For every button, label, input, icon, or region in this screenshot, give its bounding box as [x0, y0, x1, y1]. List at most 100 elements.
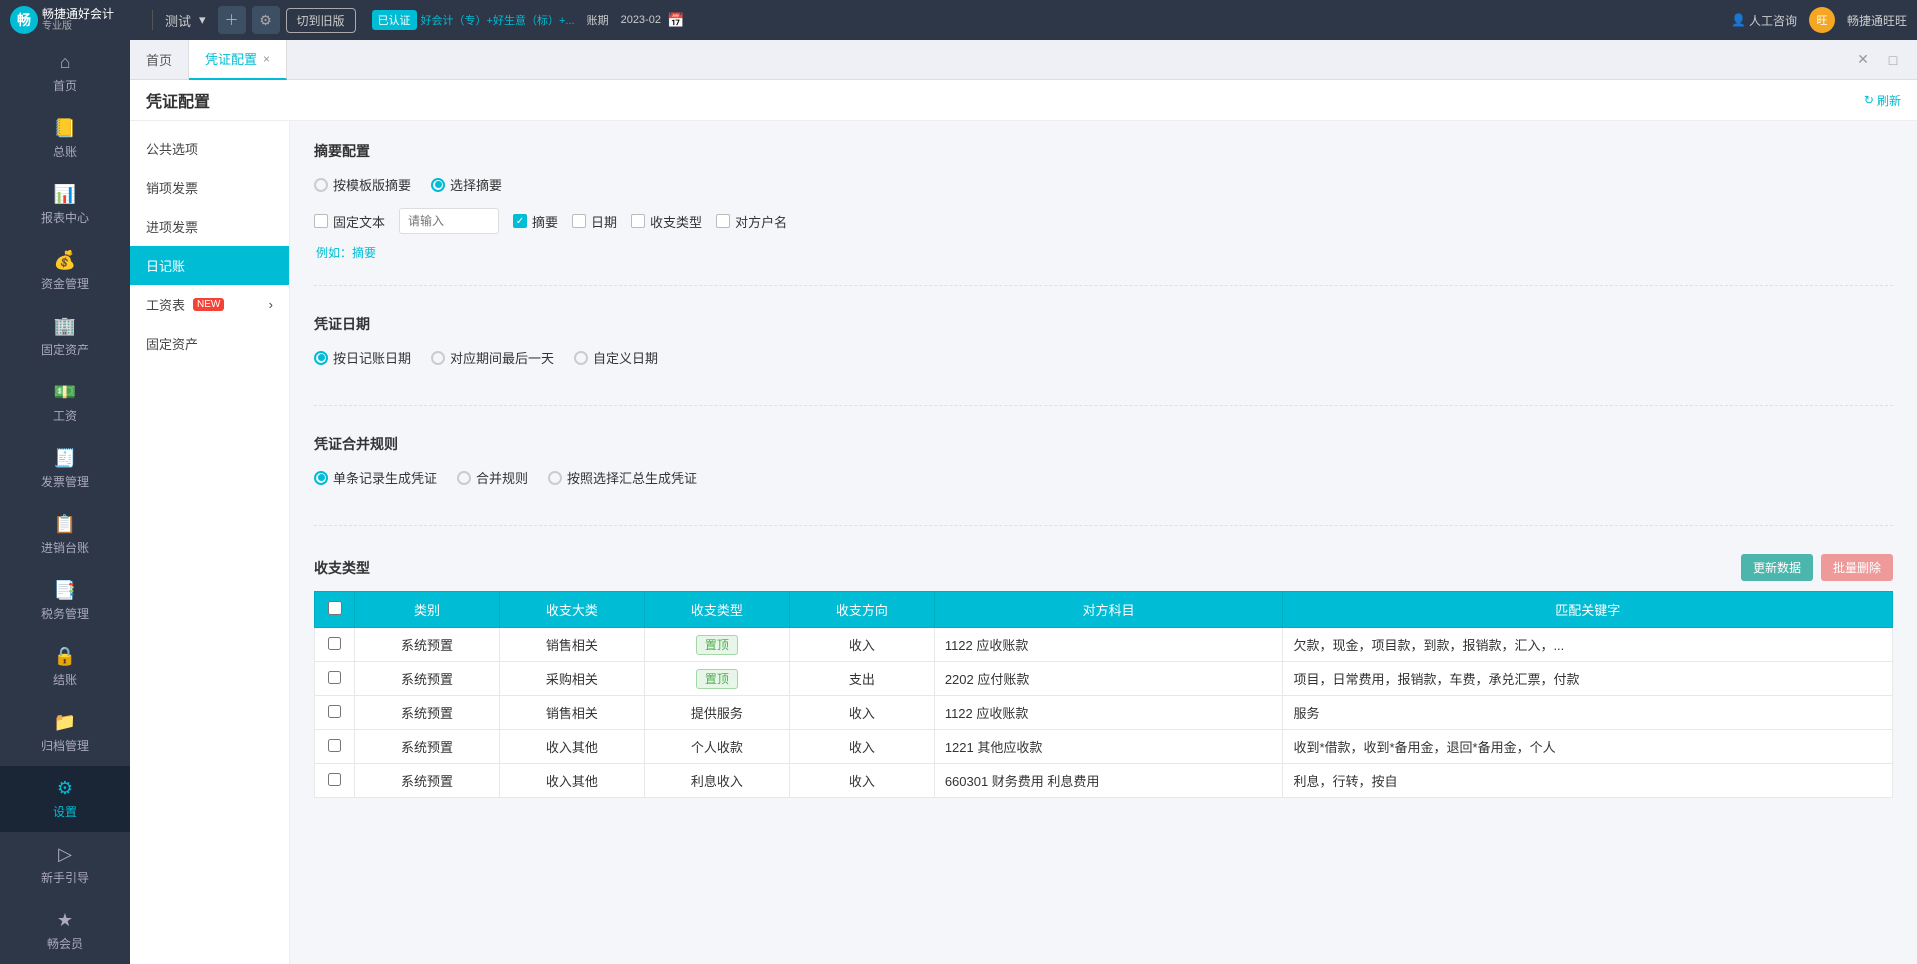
tab-voucher-config[interactable]: 凭证配置 ×: [189, 40, 287, 80]
header-btn-group: ＋ ⚙ 切到旧版: [218, 6, 356, 34]
type-tag[interactable]: 置顶: [696, 669, 738, 689]
calendar-icon[interactable]: 📅: [667, 12, 684, 29]
header-tags: 已认证 好会计（专）+好生意（标）+... 账期 2023-02 📅: [372, 10, 685, 30]
refresh-icon: ↻: [1864, 93, 1874, 107]
row-checkbox[interactable]: [328, 705, 341, 718]
logo-text: 畅捷通好会计 专业版: [42, 7, 114, 33]
cell-major: 收入其他: [499, 764, 644, 798]
radio-journal-date[interactable]: 按日记账日期: [314, 348, 411, 367]
merge-rules-title: 凭证合并规则: [314, 434, 1893, 454]
fixed-text-input[interactable]: [399, 208, 499, 234]
cell-account: 1122 应收账款: [934, 696, 1283, 730]
batch-delete-btn[interactable]: 批量删除: [1821, 554, 1893, 581]
row-checkbox[interactable]: [328, 739, 341, 752]
sidebar-item-guide[interactable]: ▷ 新手引导: [0, 832, 130, 898]
window-close-btn[interactable]: ✕: [1851, 48, 1875, 72]
support-btn[interactable]: 👤 人工咨询: [1731, 12, 1797, 29]
cell-category: 系统预置: [355, 662, 500, 696]
sidebar-item-invoice[interactable]: 🧾 发票管理: [0, 436, 130, 502]
sidebar-item-salary[interactable]: 💵 工资: [0, 370, 130, 436]
radio-single[interactable]: 单条记录生成凭证: [314, 468, 437, 487]
tab-close-btn[interactable]: ×: [263, 52, 270, 66]
sidebar-item-home[interactable]: ⌂ 首页: [0, 40, 130, 106]
cell-keywords: 欠款，现金，项目款，到款，报销款，汇入，...: [1283, 628, 1893, 662]
refresh-btn[interactable]: ↻ 刷新: [1864, 92, 1901, 109]
cell-type: 置顶: [644, 662, 789, 696]
support-icon: 👤: [1731, 13, 1746, 27]
select-all-checkbox[interactable]: [328, 601, 342, 615]
sidebar-item-settings[interactable]: ⚙ 设置: [0, 766, 130, 832]
sidebar-item-ledger[interactable]: 📒 总账: [0, 106, 130, 172]
type-tag[interactable]: 置顶: [696, 635, 738, 655]
sidebar-item-close[interactable]: 🔒 结账: [0, 634, 130, 700]
table-row: 系统预置 销售相关 置顶 收入 1122 应收账款 欠款，现金，项目款，到款，报…: [315, 628, 1893, 662]
switch-version-btn[interactable]: 切到旧版: [286, 8, 356, 33]
username[interactable]: 畅捷通旺旺: [1847, 12, 1907, 29]
row-checkbox[interactable]: [328, 773, 341, 786]
cell-category: 系统预置: [355, 730, 500, 764]
cell-keywords: 服务: [1283, 696, 1893, 730]
main-layout: ⌂ 首页 📒 总账 📊 报表中心 💰 资金管理 🏢 固定资产 💵 工资 🧾 发票…: [0, 40, 1917, 964]
fund-icon: 💰: [54, 250, 76, 271]
checkbox-counterparty[interactable]: 对方户名: [716, 212, 787, 231]
logo-area: 畅 畅捷通好会计 专业版: [10, 6, 140, 34]
cell-major: 收入其他: [499, 730, 644, 764]
settings-btn[interactable]: ⚙: [252, 6, 280, 34]
nav-journal[interactable]: 日记账: [130, 246, 289, 285]
add-btn[interactable]: ＋: [218, 6, 246, 34]
sidebar-item-asset[interactable]: 🏢 固定资产: [0, 304, 130, 370]
radio-merge[interactable]: 合并规则: [457, 468, 528, 487]
cell-category: 系统预置: [355, 628, 500, 662]
company-dropdown[interactable]: ▾: [199, 12, 206, 28]
nav-arrow-icon: ›: [269, 297, 273, 312]
cell-keywords: 收到*借款，收到*备用金，退回*备用金，个人: [1283, 730, 1893, 764]
checkbox-type-box: [631, 214, 645, 228]
sidebar-item-purchase[interactable]: 📋 进销台账: [0, 502, 130, 568]
cell-checkbox: [315, 628, 355, 662]
checkbox-summary[interactable]: ✓ 摘要: [513, 212, 558, 231]
checkbox-fixed-text[interactable]: 固定文本: [314, 212, 385, 231]
content-area: 首页 凭证配置 × ✕ □ 凭证配置 ↻ 刷新: [130, 40, 1917, 964]
nav-public[interactable]: 公共选项: [130, 129, 289, 168]
cell-account: 660301 财务费用 利息费用: [934, 764, 1283, 798]
cell-direction: 收入: [789, 764, 934, 798]
nav-sales[interactable]: 销项发票: [130, 168, 289, 207]
report-icon: 📊: [54, 184, 76, 205]
voucher-date-section: 凭证日期 按日记账日期 对应期间最后一天 自定义日期: [314, 314, 1893, 406]
checkbox-type[interactable]: 收支类型: [631, 212, 702, 231]
radio-template[interactable]: 按模板版摘要: [314, 175, 411, 194]
page-title: 凭证配置: [146, 88, 210, 112]
radio-summary-gen-circle: [548, 471, 562, 485]
soft-tags: 好会计（专）+好生意（标）+...: [421, 12, 575, 28]
page-header: 凭证配置 ↻ 刷新: [130, 80, 1917, 121]
row-checkbox[interactable]: [328, 637, 341, 650]
update-data-btn[interactable]: 更新数据: [1741, 554, 1813, 581]
nav-purchase-inv[interactable]: 进项发票: [130, 207, 289, 246]
date-radio-group: 按日记账日期 对应期间最后一天 自定义日期: [314, 348, 1893, 367]
window-expand-btn[interactable]: □: [1881, 48, 1905, 72]
sidebar-item-tax[interactable]: 📑 税务管理: [0, 568, 130, 634]
checkbox-summary-box: ✓: [513, 214, 527, 228]
home-icon: ⌂: [60, 52, 71, 73]
radio-select[interactable]: 选择摘要: [431, 175, 502, 194]
th-direction: 收支方向: [789, 592, 934, 628]
sidebar-item-member[interactable]: ★ 畅会员: [0, 898, 130, 964]
nav-fixed-asset[interactable]: 固定资产: [130, 324, 289, 363]
table-row: 系统预置 收入其他 利息收入 收入 660301 财务费用 利息费用 利息，行转…: [315, 764, 1893, 798]
th-category: 类别: [355, 592, 500, 628]
radio-summary-gen[interactable]: 按照选择汇总生成凭证: [548, 468, 697, 487]
tab-home[interactable]: 首页: [130, 40, 189, 80]
sidebar-item-report[interactable]: 📊 报表中心: [0, 172, 130, 238]
sidebar-item-fund[interactable]: 💰 资金管理: [0, 238, 130, 304]
checkbox-date[interactable]: 日期: [572, 212, 617, 231]
th-checkbox: [315, 592, 355, 628]
table-row: 系统预置 采购相关 置顶 支出 2202 应付账款 项目，日常费用，报销款，车费…: [315, 662, 1893, 696]
archive-icon: 📁: [54, 712, 76, 733]
company-name: 测试: [165, 11, 191, 30]
radio-period-last[interactable]: 对应期间最后一天: [431, 348, 554, 367]
nav-payroll[interactable]: 工资表 NEW ›: [130, 285, 289, 324]
row-checkbox[interactable]: [328, 671, 341, 684]
radio-circle-template: [314, 178, 328, 192]
radio-custom-date[interactable]: 自定义日期: [574, 348, 658, 367]
sidebar-item-archive[interactable]: 📁 归档管理: [0, 700, 130, 766]
